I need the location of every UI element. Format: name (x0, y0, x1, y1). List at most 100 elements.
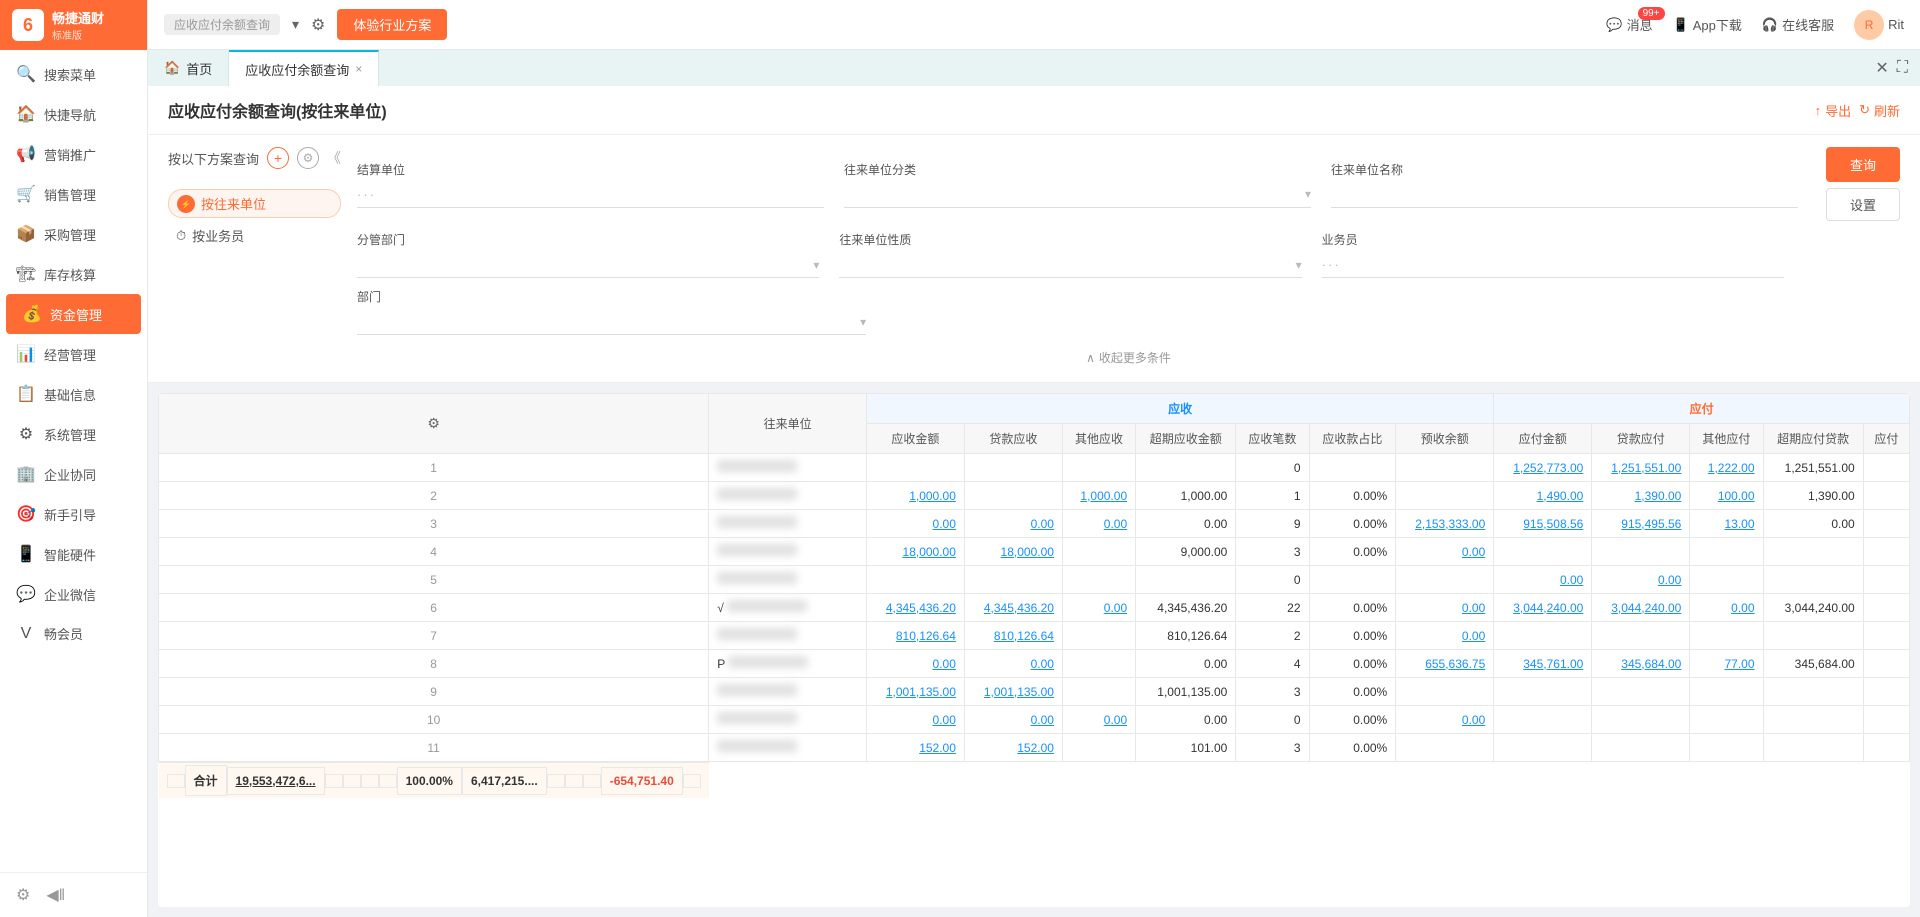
settings-icon[interactable]: ⚙ (16, 885, 30, 905)
message-btn[interactable]: 💬 消息 99+ (1606, 15, 1652, 34)
row-ap-extra (1863, 734, 1909, 762)
sidebar-item-sales[interactable]: 🛒销售管理 (0, 174, 147, 214)
sidebar-label-search: 搜索菜单 (44, 65, 96, 84)
row-ap-loan: 345,684.00 (1592, 650, 1690, 678)
query-button[interactable]: 查询 (1826, 147, 1900, 182)
sidebar-item-search[interactable]: 🔍搜索菜单 (0, 54, 147, 94)
company-name-input[interactable] (1331, 182, 1798, 208)
footer-ar-amount: 19,553,472,6... (227, 767, 325, 795)
header-gear-icon[interactable]: ⚙ (311, 15, 325, 35)
row-ar-overdue (1136, 454, 1236, 482)
sidebar-label-finance: 资金管理 (50, 305, 102, 324)
row-company (709, 734, 867, 762)
company-type-input[interactable]: ▾ (839, 252, 1301, 278)
salesperson-field: 业务员 ··· (1322, 231, 1784, 278)
sidebar-item-corp-wechat[interactable]: 💬企业微信 (0, 574, 147, 614)
row-ap-extra (1863, 510, 1909, 538)
tab-home[interactable]: 🏠 首页 (148, 50, 229, 86)
sidebar-item-corp-collab[interactable]: 🏢企业协同 (0, 454, 147, 494)
row-ar-amount: 0.00 (866, 510, 964, 538)
row-ar-ratio: 0.00% (1309, 650, 1396, 678)
sidebar-label-inventory: 库存核算 (44, 265, 96, 284)
row-ap-extra (1863, 622, 1909, 650)
page-header: 应收应付余额查询(按往来单位) ↑ 导出 ↻ 刷新 (148, 86, 1920, 135)
row-ap-extra (1863, 454, 1909, 482)
tabbar-close-icon[interactable]: ✕ (1875, 58, 1888, 78)
filter-collapse-button[interactable]: 《 (327, 148, 341, 168)
tabbar-expand-icon[interactable]: ⛶ (1897, 59, 1908, 77)
promo-button[interactable]: 体验行业方案 (337, 9, 447, 40)
filter-fields: 结算单位 ··· 往来单位分类 ▾ 往来单位名称 (357, 147, 1900, 370)
row-no: 1 (159, 454, 709, 482)
row-ap-other (1690, 734, 1763, 762)
department-input[interactable]: ▾ (357, 309, 866, 335)
dept-input[interactable]: ▾ (357, 252, 819, 278)
sidebar-label-sales: 销售管理 (44, 185, 96, 204)
breadcrumb-dropdown-icon[interactable]: ▾ (292, 16, 299, 33)
table-row: 5 0 0.00 0.00 (159, 566, 1910, 594)
row-ar-prepaid (1396, 454, 1494, 482)
sidebar-item-marketing[interactable]: 📢营销推广 (0, 134, 147, 174)
row-no: 9 (159, 678, 709, 706)
sidebar-label-smart-hw: 智能硬件 (44, 545, 96, 564)
row-ap-loan (1592, 706, 1690, 734)
sidebar-nav: 🔍搜索菜单🏠快捷导航📢营销推广🛒销售管理📦采购管理🏗库存核算 💰 资金管理 📊经营管理… (0, 50, 147, 872)
company-category-input[interactable]: ▾ (844, 182, 1311, 208)
row-ar-other (1062, 734, 1135, 762)
collapse-more-button[interactable]: ∧ 收起更多条件 (357, 345, 1900, 370)
sidebar-item-operations[interactable]: 📊经营管理 (0, 334, 147, 374)
row-ap-extra (1863, 706, 1909, 734)
row-ap-other (1690, 538, 1763, 566)
app-download-btn[interactable]: 📱 App下载 (1673, 15, 1742, 34)
row-ap-extra (1863, 566, 1909, 594)
sidebar-label-quick-nav: 快捷导航 (44, 105, 96, 124)
row-ap-other: 0.00 (1690, 594, 1763, 622)
sidebar-item-system[interactable]: ⚙系统管理 (0, 414, 147, 454)
settle-unit-input[interactable]: ··· (357, 182, 824, 208)
row-ar-ratio: 0.00% (1309, 510, 1396, 538)
row-no: 11 (159, 734, 709, 762)
tab-ar-ap[interactable]: 应收应付余额查询 × (229, 50, 379, 86)
user-info[interactable]: R Rit (1854, 10, 1904, 40)
row-company (709, 706, 867, 734)
row-ap-amount (1494, 622, 1592, 650)
refresh-button[interactable]: ↻ 刷新 (1859, 101, 1900, 120)
tab-close-icon[interactable]: × (355, 62, 362, 76)
sidebar-item-basic-info[interactable]: 📋基础信息 (0, 374, 147, 414)
row-ar-count: 22 (1236, 594, 1309, 622)
row-ar-other (1062, 566, 1135, 594)
row-ar-count: 1 (1236, 482, 1309, 510)
sidebar-item-guide[interactable]: 🎯新手引导 (0, 494, 147, 534)
export-button[interactable]: ↑ 导出 (1815, 101, 1852, 120)
online-service-btn[interactable]: 🎧 在线客服 (1762, 15, 1834, 34)
row-ar-ratio: 0.00% (1309, 594, 1396, 622)
settings-button[interactable]: 设置 (1826, 188, 1900, 221)
row-ap-loan (1592, 678, 1690, 706)
salesperson-input[interactable]: ··· (1322, 252, 1784, 278)
table-row: 8 P 0.00 0.00 0.00 4 0.00% 655,636.75 34… (159, 650, 1910, 678)
sidebar-item-inventory[interactable]: 🏗库存核算 (0, 254, 147, 294)
table-settings-icon[interactable]: ⚙ (427, 415, 440, 431)
filter-header: 按以下方案查询 + ⚙ 《 (168, 147, 341, 169)
row-ap-overdue (1763, 734, 1863, 762)
sidebar-item-finance[interactable]: 💰 资金管理 (6, 294, 141, 334)
collapse-sidebar-icon[interactable]: ◀‖ (46, 885, 65, 905)
sidebar-item-purchase[interactable]: 📦采购管理 (0, 214, 147, 254)
scheme-by-company[interactable]: ⚡ 按往来单位 (168, 189, 341, 218)
filter-row-3: 部门 ▾ (357, 288, 866, 335)
filter-add-button[interactable]: + (267, 147, 289, 169)
row-ar-loan: 1,001,135.00 (964, 678, 1062, 706)
row-ar-other: 0.00 (1062, 706, 1135, 734)
footer-ar-ratio: 100.00% (397, 767, 462, 795)
sidebar-item-quick-nav[interactable]: 🏠快捷导航 (0, 94, 147, 134)
settings-col[interactable]: ⚙ (159, 394, 709, 454)
row-company (709, 622, 867, 650)
row-ar-overdue: 9,000.00 (1136, 538, 1236, 566)
scheme-by-staff[interactable]: ⏱ 按业务员 (168, 222, 341, 249)
filter-settings-button[interactable]: ⚙ (297, 147, 319, 169)
row-ar-overdue: 0.00 (1136, 650, 1236, 678)
sidebar-item-smart-hw[interactable]: 📱智能硬件 (0, 534, 147, 574)
finance-icon: 💰 (22, 304, 42, 324)
sidebar-item-member[interactable]: V畅会员 (0, 614, 147, 653)
row-ar-amount: 1,001,135.00 (866, 678, 964, 706)
